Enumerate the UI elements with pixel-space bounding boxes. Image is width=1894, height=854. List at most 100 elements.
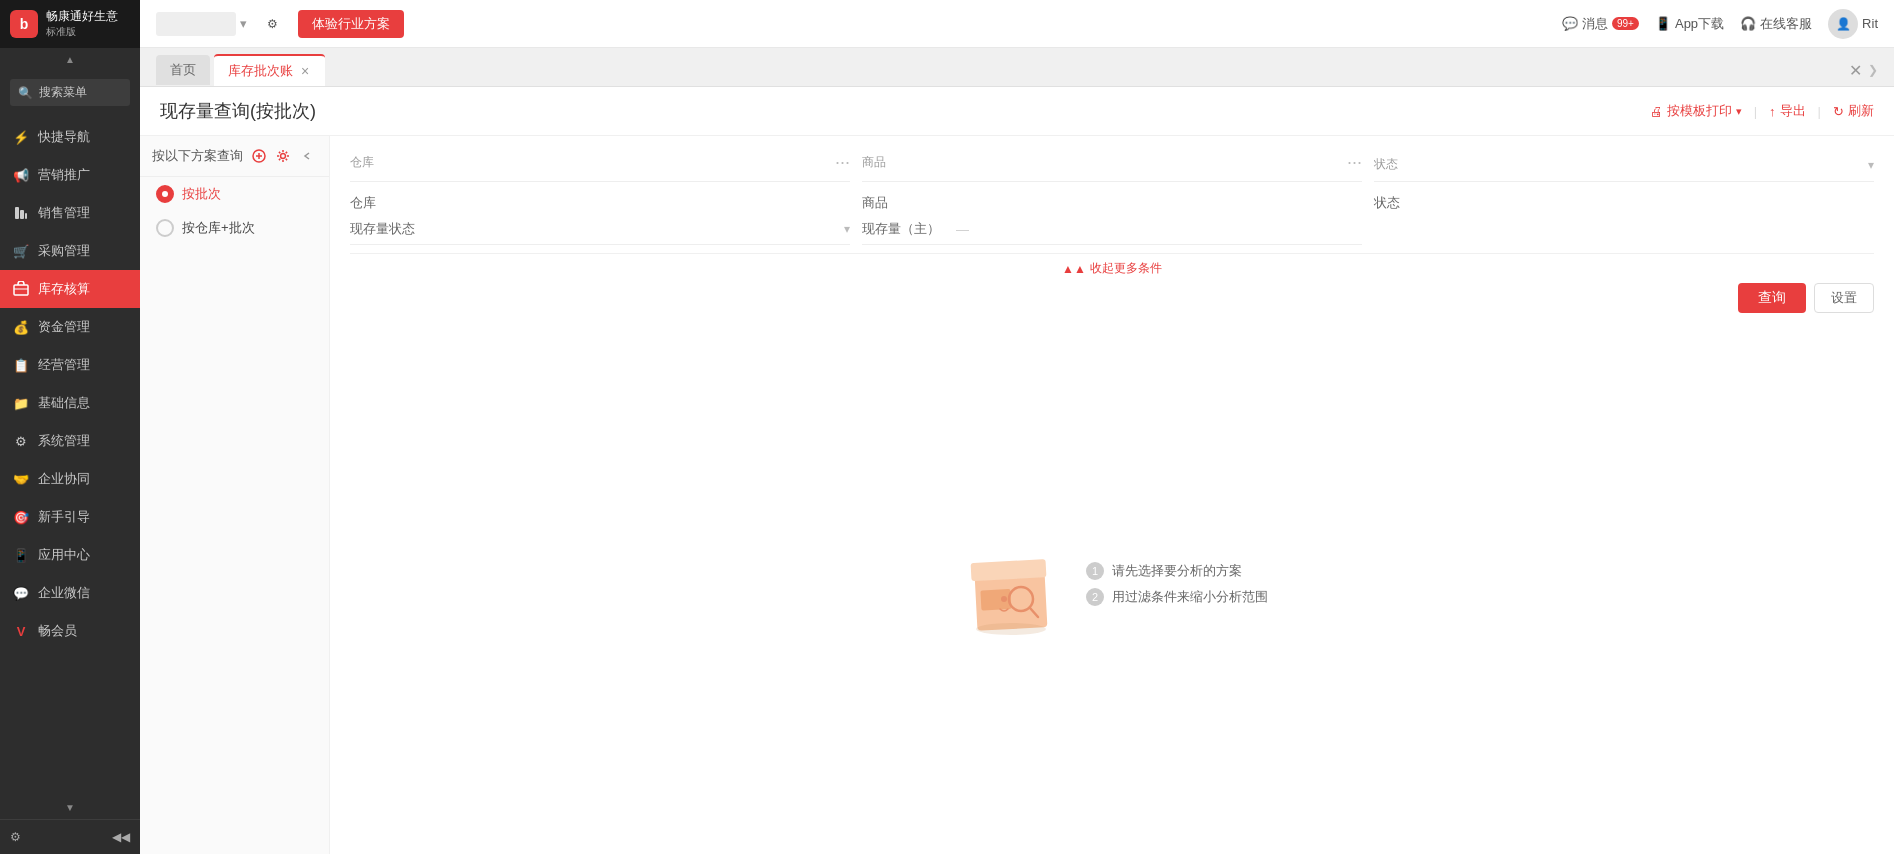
refresh-icon: ↻	[1833, 104, 1844, 119]
left-panel-header: 按以下方案查询	[140, 136, 329, 177]
svg-point-15	[1001, 596, 1007, 602]
scheme-settings-button[interactable]	[273, 146, 293, 166]
tab-close-button[interactable]: ×	[299, 64, 311, 78]
sidebar-scroll-up[interactable]: ▲	[63, 52, 77, 67]
page-header: 现存量查询(按批次) 🖨 按模板打印 ▾ | ↑ 导出 | ↻ 刷新	[140, 87, 1894, 136]
tab-inventory-batch[interactable]: 库存批次账 ×	[214, 54, 325, 86]
print-icon: 🖨	[1650, 104, 1663, 119]
sidebar-collapse-button[interactable]: ◀◀	[112, 830, 130, 844]
tab-inventory-batch-label: 库存批次账	[228, 62, 293, 80]
operations-icon: 📋	[12, 356, 30, 374]
sidebar-item-basic[interactable]: 📁 基础信息	[0, 384, 140, 422]
experience-button[interactable]: 体验行业方案	[298, 10, 404, 38]
sidebar-item-label: 销售管理	[38, 204, 90, 222]
settings-icon: ⚙	[10, 830, 21, 844]
content-area: 现存量查询(按批次) 🖨 按模板打印 ▾ | ↑ 导出 | ↻ 刷新	[140, 87, 1894, 854]
filter-labels-row: 仓库 商品 状态	[350, 194, 1874, 212]
svg-rect-2	[25, 213, 27, 219]
app-download-button[interactable]: 📱 App下载	[1655, 15, 1724, 33]
sidebar-item-enterprise[interactable]: 🤝 企业协同	[0, 460, 140, 498]
sidebar-item-inventory[interactable]: 库存核算	[0, 270, 140, 308]
export-icon: ↑	[1769, 104, 1776, 119]
sidebar-item-marketing[interactable]: 📢 营销推广	[0, 156, 140, 194]
sidebar-footer: ⚙ ◀◀	[0, 819, 140, 854]
sidebar-item-finance[interactable]: 💰 资金管理	[0, 308, 140, 346]
finance-icon: 💰	[12, 318, 30, 336]
sidebar: b 畅康通好生意 标准版 ▲ 🔍 搜索菜单 ⚡ 快捷导航 📢 营销推广 销售管理	[0, 0, 140, 854]
print-button[interactable]: 🖨 按模板打印 ▾	[1650, 102, 1742, 120]
headset-icon: 🎧	[1740, 16, 1756, 31]
sidebar-item-newbie[interactable]: 🎯 新手引导	[0, 498, 140, 536]
empty-state: 1 请先选择要分析的方案 2 用过滤条件来缩小分析范围	[350, 329, 1874, 838]
vip-icon: V	[12, 622, 30, 640]
sidebar-item-vip[interactable]: V 畅会员	[0, 612, 140, 650]
hint-num-1: 1	[1086, 562, 1104, 580]
sidebar-item-label: 库存核算	[38, 280, 90, 298]
sidebar-item-system[interactable]: ⚙ 系统管理	[0, 422, 140, 460]
search-menu-label: 搜索菜单	[39, 84, 87, 101]
export-button[interactable]: ↑ 导出	[1769, 102, 1806, 120]
status-label-visible: 状态	[1374, 194, 1874, 212]
sidebar-item-quick-nav[interactable]: ⚡ 快捷导航	[0, 118, 140, 156]
scheme-item-by-warehouse-batch[interactable]: 按仓库+批次	[140, 211, 329, 245]
warehouse-filter: 仓库 ···	[350, 152, 850, 182]
sidebar-item-operations[interactable]: 📋 经营管理	[0, 346, 140, 384]
hint-text-2: 用过滤条件来缩小分析范围	[1112, 588, 1268, 606]
goods-more-button[interactable]: ···	[1347, 152, 1362, 173]
sidebar-item-label: 采购管理	[38, 242, 90, 260]
warehouse-label: 仓库	[350, 154, 386, 171]
tabs-container: 首页 库存批次账 × ✕ ❯	[140, 48, 1894, 87]
user-name: Rit	[1862, 16, 1878, 31]
refresh-button[interactable]: ↻ 刷新	[1833, 102, 1874, 120]
stock-status-filter: 现存量状态 ▾	[350, 220, 850, 245]
divider1: |	[1754, 104, 1757, 119]
hint-num-2: 2	[1086, 588, 1104, 606]
search-icon: 🔍	[18, 86, 33, 100]
collapse-icon: ◀◀	[112, 830, 130, 844]
add-scheme-button[interactable]	[249, 146, 269, 166]
search-menu-button[interactable]: 🔍 搜索菜单	[10, 79, 130, 106]
collapse-bar[interactable]: ▲▲ 收起更多条件	[350, 253, 1874, 283]
sidebar-scroll-down[interactable]: ▼	[63, 800, 77, 815]
settings-gear-button[interactable]: ⚙	[257, 13, 288, 35]
settings-button-action[interactable]: 设置	[1814, 283, 1874, 313]
sidebar-item-enterprise-wechat[interactable]: 💬 企业微信	[0, 574, 140, 612]
user-avatar-placeholder: 👤	[1836, 17, 1851, 31]
print-dropdown-icon[interactable]: ▾	[1736, 105, 1742, 118]
panel-close-button[interactable]: ✕	[1849, 61, 1862, 80]
sidebar-item-label: 畅会员	[38, 622, 77, 640]
tab-home[interactable]: 首页	[156, 55, 210, 85]
online-service-button[interactable]: 🎧 在线客服	[1740, 15, 1812, 33]
scheme-item-by-batch[interactable]: 按批次	[140, 177, 329, 211]
stock-status-label: 现存量状态	[350, 220, 415, 238]
sidebar-item-sales[interactable]: 销售管理	[0, 194, 140, 232]
phone-icon: 📱	[1655, 16, 1671, 31]
sales-icon	[12, 204, 30, 222]
empty-text: 1 请先选择要分析的方案 2 用过滤条件来缩小分析范围	[1086, 562, 1268, 606]
sidebar-item-app-center[interactable]: 📱 应用中心	[0, 536, 140, 574]
system-icon: ⚙	[12, 432, 30, 450]
scheme-item-label: 按批次	[182, 185, 221, 203]
empty-hint-1: 1 请先选择要分析的方案	[1086, 562, 1268, 580]
right-filter-panel: 仓库 ··· 商品 ··· 状态 ▾	[330, 136, 1894, 854]
settings-button[interactable]: ⚙	[10, 830, 21, 844]
user-profile-button[interactable]: 👤 Rit	[1828, 9, 1878, 39]
empty-illustration	[956, 539, 1056, 629]
scheme-collapse-button[interactable]	[297, 146, 317, 166]
sidebar-item-label: 系统管理	[38, 432, 90, 450]
query-button[interactable]: 查询	[1738, 283, 1806, 313]
breadcrumb-dropdown-icon[interactable]: ▾	[240, 16, 247, 31]
panel-chevron[interactable]: ❯	[1868, 63, 1878, 77]
purchase-icon: 🛒	[12, 242, 30, 260]
status-dropdown-icon[interactable]: ▾	[1868, 158, 1874, 172]
messages-button[interactable]: 💬 消息 99+	[1562, 15, 1639, 33]
scheme-item-label: 按仓库+批次	[182, 219, 255, 237]
hint-text-1: 请先选择要分析的方案	[1112, 562, 1242, 580]
breadcrumb: ▾	[156, 12, 247, 36]
sidebar-item-purchase[interactable]: 🛒 采购管理	[0, 232, 140, 270]
warehouse-more-button[interactable]: ···	[835, 152, 850, 173]
breadcrumb-input[interactable]	[156, 12, 236, 36]
sidebar-item-label: 企业微信	[38, 584, 90, 602]
svg-point-8	[281, 154, 286, 159]
stock-status-dropdown-icon[interactable]: ▾	[844, 222, 850, 236]
